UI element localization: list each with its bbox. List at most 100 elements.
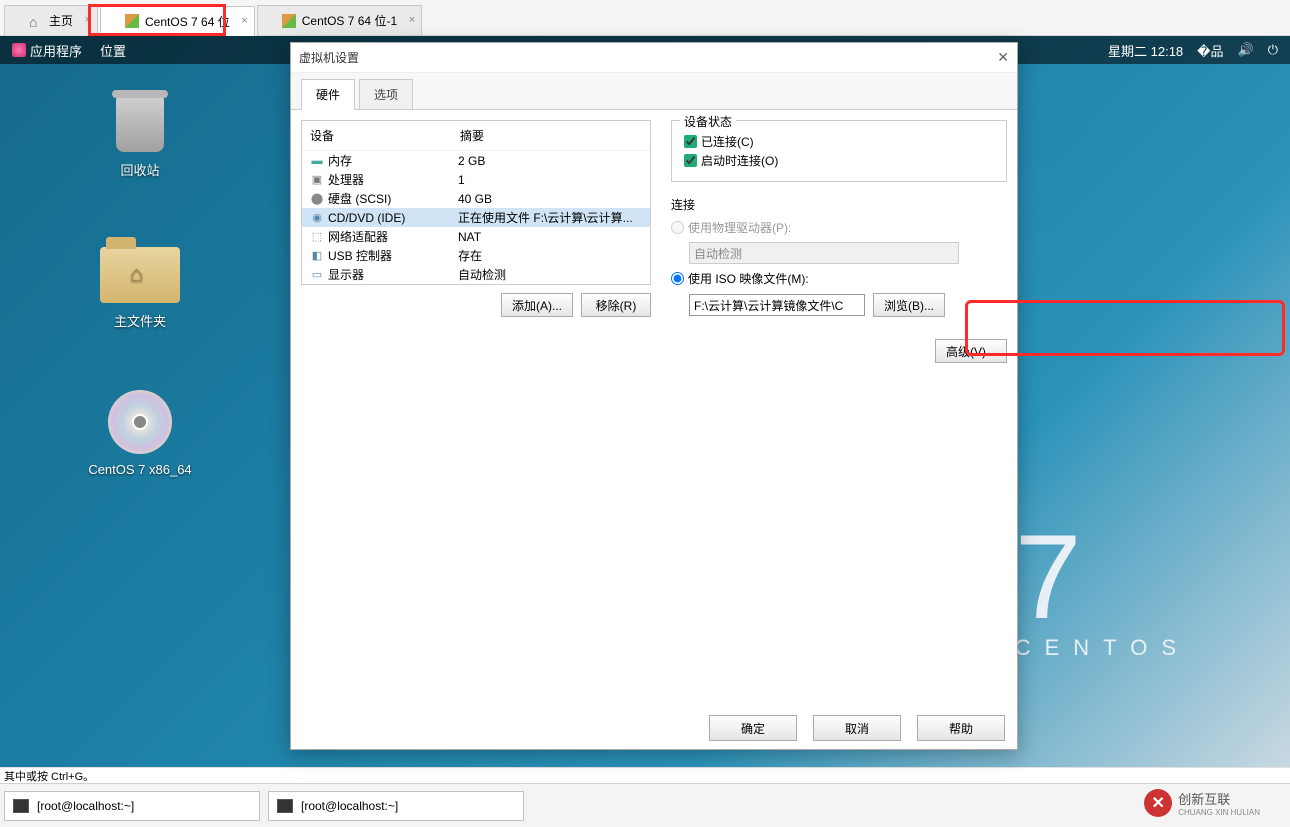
panel-datetime: 星期二 12:18 <box>1108 41 1183 60</box>
ok-button[interactable]: 确定 <box>709 715 797 741</box>
tab-vm-1[interactable]: CentOS 7 64 位 × <box>100 6 255 36</box>
hardware-list: 设备 摘要 ▬ 内存2 GB ▣处理器1 ⬤ 硬盘 (SCSI)40 GB ◉ CD/DVD… <box>301 120 651 285</box>
taskbar-terminal-2[interactable]: [root@localhost:~] <box>268 791 524 821</box>
device-icon: ◉ <box>310 211 324 225</box>
radio-iso-file[interactable] <box>671 272 684 285</box>
checkbox-connect-startup-row[interactable]: 启动时连接(O) <box>684 152 994 169</box>
hardware-row[interactable]: ⬤ 硬盘 (SCSI)40 GB <box>302 189 650 208</box>
device-name: USB 控制器 <box>328 247 458 264</box>
radio-physical-drive-row[interactable]: 使用物理驱动器(P): <box>671 219 1007 236</box>
checkbox-connected[interactable] <box>684 135 697 148</box>
trash-icon <box>116 96 164 152</box>
radio-physical-label: 使用物理驱动器(P): <box>688 219 791 236</box>
centos-seven: 7 <box>1015 529 1190 625</box>
taskbar-term1-label: [root@localhost:~] <box>37 799 134 813</box>
dialog-tabs: 硬件 选项 <box>291 73 1017 110</box>
group-connection-title: 连接 <box>671 196 1007 213</box>
device-summary: 1 <box>458 173 642 187</box>
power-icon[interactable]: ⏻ <box>1268 42 1278 58</box>
watermark-sub: CHUANG XIN HULIAN <box>1178 808 1260 817</box>
tab-hardware[interactable]: 硬件 <box>301 79 355 110</box>
hardware-row[interactable]: ◉ CD/DVD (IDE)正在使用文件 F:\云计算\云计算... <box>302 208 650 227</box>
device-icon: ▬ <box>310 154 324 168</box>
close-icon[interactable]: × <box>409 14 415 26</box>
iso-path-input[interactable] <box>689 294 865 316</box>
cancel-button[interactable]: 取消 <box>813 715 901 741</box>
device-summary: 2 GB <box>458 154 642 168</box>
tab-home[interactable]: 主页 × <box>4 5 98 35</box>
trash-label: 回收站 <box>120 160 159 179</box>
hardware-row[interactable]: ◧USB 控制器存在 <box>302 246 650 265</box>
close-icon[interactable]: × <box>241 15 247 27</box>
device-name: 硬盘 (SCSI) <box>328 190 458 207</box>
device-summary: 正在使用文件 F:\云计算\云计算... <box>458 209 642 226</box>
dialog-title: 虚拟机设置 <box>299 49 359 66</box>
tab-vm2-label: CentOS 7 64 位-1 <box>302 12 397 29</box>
col-device: 设备 <box>310 127 460 144</box>
advanced-button-row: 高级(V)... <box>671 339 1007 363</box>
volume-icon[interactable]: 🔊 <box>1238 42 1254 58</box>
advanced-button[interactable]: 高级(V)... <box>935 339 1007 363</box>
status-text: 其中或按 Ctrl+G。 <box>4 768 94 784</box>
panel-apps-icon[interactable]: 应用程序 <box>12 41 82 60</box>
device-detail-panel: 设备状态 已连接(C) 启动时连接(O) 连接 使用物理驱动器(P): 自动检测 <box>671 120 1007 680</box>
desktop-icon-home[interactable]: 主文件夹 <box>80 239 200 330</box>
desktop-icon-trash[interactable]: 回收站 <box>80 96 200 179</box>
hardware-row[interactable]: ▣处理器1 <box>302 170 650 189</box>
browse-button[interactable]: 浏览(B)... <box>873 293 945 317</box>
device-icon: ▭ <box>310 268 324 282</box>
device-summary: 40 GB <box>458 192 642 206</box>
physical-drive-select: 自动检测 <box>689 242 959 264</box>
device-icon: ⬤ <box>310 192 324 206</box>
hardware-list-header: 设备 摘要 <box>302 121 650 151</box>
dialog-close-button[interactable]: ✕ <box>997 49 1009 66</box>
dialog-titlebar[interactable]: 虚拟机设置 ✕ <box>291 43 1017 73</box>
hardware-row[interactable]: ⬚网络适配器NAT <box>302 227 650 246</box>
group-device-status: 设备状态 已连接(C) 启动时连接(O) <box>671 120 1007 182</box>
dialog-body: 设备 摘要 ▬ 内存2 GB ▣处理器1 ⬤ 硬盘 (SCSI)40 GB ◉ CD/DVD… <box>291 110 1017 690</box>
device-name: CD/DVD (IDE) <box>328 211 458 225</box>
home-icon <box>29 14 43 28</box>
watermark: ✕ 创新互联 CHUANG XIN HULIAN <box>1144 789 1260 817</box>
checkbox-connected-row[interactable]: 已连接(C) <box>684 133 994 150</box>
tab-options[interactable]: 选项 <box>359 79 413 110</box>
desktop-icons-container: 回收站 主文件夹 CentOS 7 x86_64 <box>80 96 200 477</box>
tab-home-label: 主页 <box>49 12 73 29</box>
remove-button[interactable]: 移除(R) <box>581 293 651 317</box>
iso-file-row: 浏览(B)... <box>689 293 1007 317</box>
device-name: 网络适配器 <box>328 228 458 245</box>
device-summary: 自动检测 <box>458 266 642 283</box>
terminal-icon <box>13 799 29 813</box>
radio-iso-file-row[interactable]: 使用 ISO 映像文件(M): <box>671 270 1007 287</box>
group-connection: 连接 使用物理驱动器(P): 自动检测 使用 ISO 映像文件(M): 浏览(B… <box>671 192 1007 321</box>
disc-label: CentOS 7 x86_64 <box>88 462 191 477</box>
checkbox-connected-label: 已连接(C) <box>701 133 754 150</box>
dialog-footer: 确定 取消 帮助 <box>709 715 1005 741</box>
watermark-logo-icon: ✕ <box>1144 789 1172 817</box>
device-summary: NAT <box>458 230 642 244</box>
device-name: 显示器 <box>328 266 458 283</box>
vm-icon <box>282 14 296 28</box>
hardware-list-buttons: 添加(A)... 移除(R) <box>291 293 661 317</box>
panel-applications: 应用程序 <box>30 41 82 60</box>
desktop-icon-disc[interactable]: CentOS 7 x86_64 <box>80 390 200 477</box>
add-button[interactable]: 添加(A)... <box>501 293 573 317</box>
tab-vm-2[interactable]: CentOS 7 64 位-1 × <box>257 5 422 35</box>
checkbox-connect-startup-label: 启动时连接(O) <box>701 152 778 169</box>
device-name: 内存 <box>328 152 458 169</box>
centos-wallpaper-logo: 7 CENTOS <box>1015 529 1190 661</box>
checkbox-connect-startup[interactable] <box>684 154 697 167</box>
disc-icon <box>108 390 172 454</box>
device-icon: ◧ <box>310 249 324 263</box>
home-folder-icon <box>100 247 180 303</box>
device-name: 处理器 <box>328 171 458 188</box>
taskbar-term2-label: [root@localhost:~] <box>301 799 398 813</box>
hardware-row[interactable]: ▬ 内存2 GB <box>302 151 650 170</box>
watermark-text: 创新互联 <box>1178 792 1230 807</box>
taskbar-terminal-1[interactable]: [root@localhost:~] <box>4 791 260 821</box>
close-icon[interactable]: × <box>85 14 91 26</box>
help-button[interactable]: 帮助 <box>917 715 1005 741</box>
panel-places[interactable]: 位置 <box>100 41 126 60</box>
network-icon[interactable]: �品 <box>1197 41 1223 60</box>
hardware-row[interactable]: ▭ 显示器自动检测 <box>302 265 650 284</box>
